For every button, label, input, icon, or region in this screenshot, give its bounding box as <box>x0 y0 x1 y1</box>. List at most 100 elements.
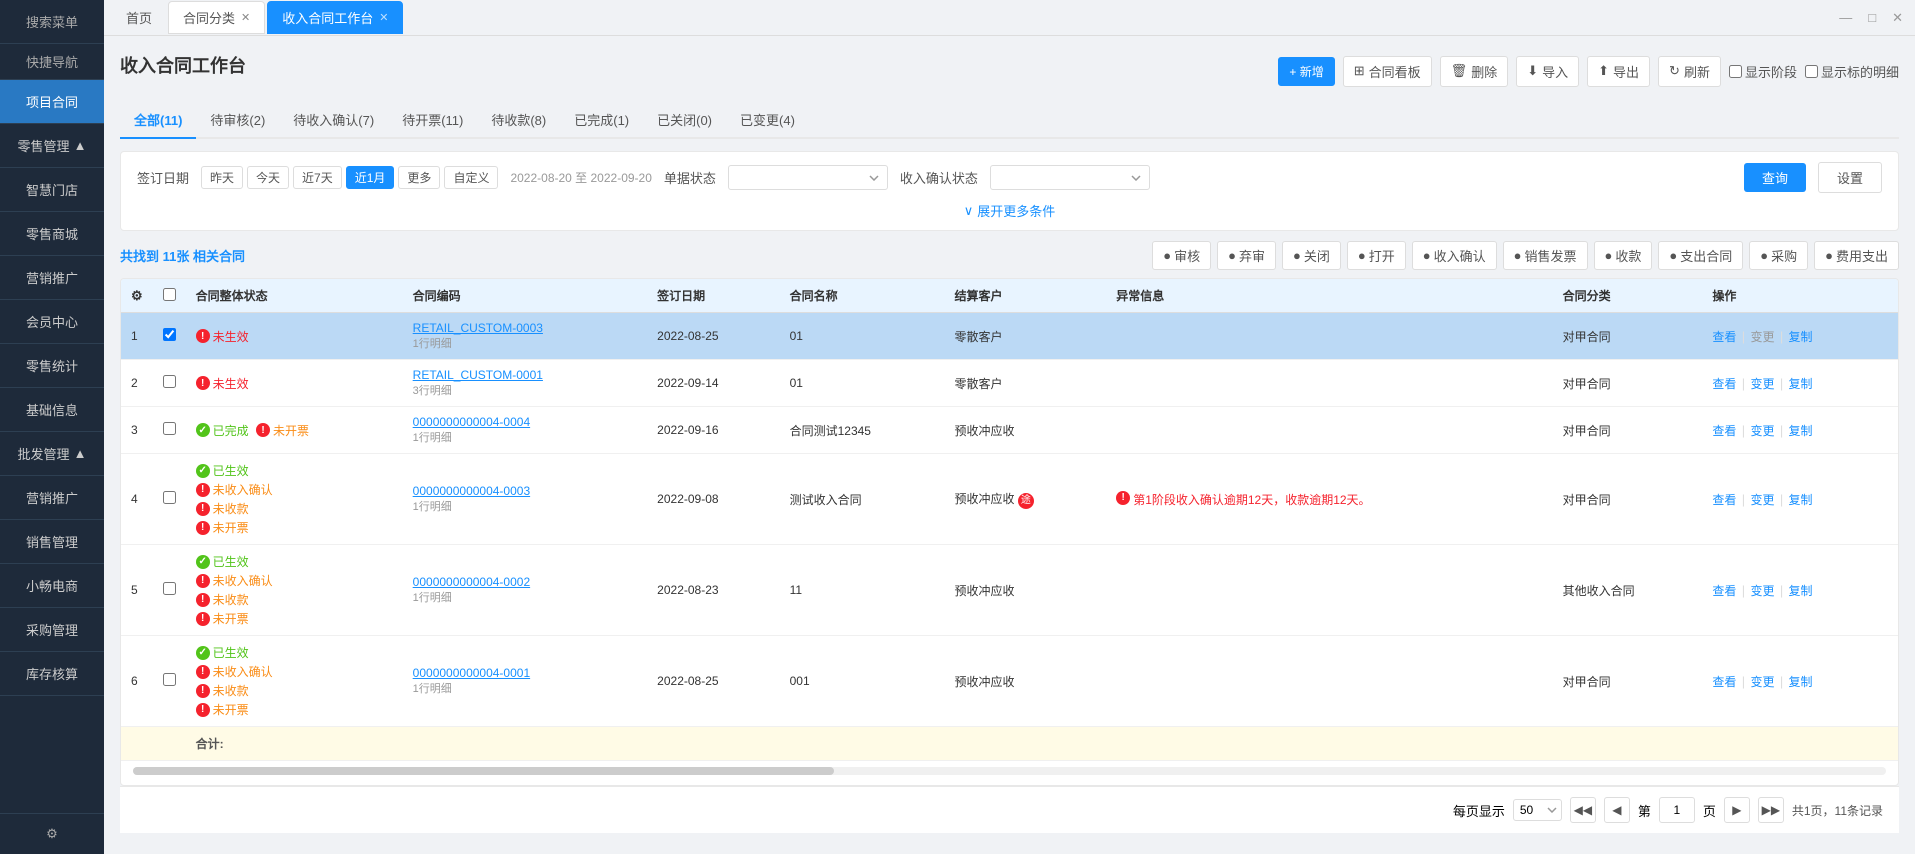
status-tab-pending-review[interactable]: 待审核(2) <box>196 102 279 139</box>
date-btn-custom[interactable]: 自定义 <box>444 166 498 189</box>
view-btn-3[interactable]: 查看 <box>1712 424 1736 438</box>
copy-btn-5[interactable]: 复制 <box>1789 584 1813 598</box>
kanban-btn[interactable]: ⊞ 合同看板 <box>1343 56 1432 87</box>
tab-close-contract-category[interactable]: ✕ <box>241 11 250 24</box>
copy-btn-3[interactable]: 复制 <box>1789 424 1813 438</box>
date-btn-7days[interactable]: 近7天 <box>293 166 342 189</box>
status-tab-pending-invoice[interactable]: 待开票(11) <box>388 102 477 139</box>
minimize-btn[interactable]: — <box>1835 10 1856 25</box>
next-page-btn[interactable]: ▶ <box>1724 797 1750 823</box>
view-btn-6[interactable]: 查看 <box>1712 675 1736 689</box>
contract-link[interactable]: RETAIL_CUSTOM-0003 <box>413 321 543 335</box>
tab-home[interactable]: 首页 <box>112 2 166 33</box>
view-btn-5[interactable]: 查看 <box>1712 584 1736 598</box>
abandon-review-btn[interactable]: ● 弃审 <box>1217 241 1276 270</box>
review-btn[interactable]: ● 审核 <box>1152 241 1211 270</box>
copy-btn-2[interactable]: 复制 <box>1789 377 1813 391</box>
status-tab-all[interactable]: 全部(11) <box>120 102 196 139</box>
sidebar-item-retail-mgmt[interactable]: 零售管理▲ <box>0 124 104 168</box>
contract-link[interactable]: 0000000000004-0002 <box>413 575 530 589</box>
date-btn-more[interactable]: 更多 <box>398 166 440 189</box>
contract-link[interactable]: 0000000000004-0003 <box>413 484 530 498</box>
status-tab-pending-confirm[interactable]: 待收入确认(7) <box>279 102 388 139</box>
import-btn[interactable]: ⬇ 导入 <box>1516 56 1579 87</box>
change-btn-1[interactable]: 变更 <box>1750 330 1774 344</box>
row-checkbox[interactable] <box>163 375 176 388</box>
scrollbar-thumb[interactable] <box>133 767 834 775</box>
contract-link[interactable]: 0000000000004-0004 <box>413 415 530 429</box>
query-btn[interactable]: 查询 <box>1744 163 1806 192</box>
copy-btn-6[interactable]: 复制 <box>1789 675 1813 689</box>
sidebar-quick-nav[interactable]: 快捷导航 <box>0 44 104 80</box>
prev-page-btn[interactable]: ◀ <box>1604 797 1630 823</box>
expense-btn[interactable]: ● 费用支出 <box>1814 241 1899 270</box>
expense-contract-btn[interactable]: ● 支出合同 <box>1658 241 1743 270</box>
doc-status-select[interactable] <box>728 165 888 190</box>
change-btn-3[interactable]: 变更 <box>1750 424 1774 438</box>
change-btn-6[interactable]: 变更 <box>1750 675 1774 689</box>
sales-invoice-btn[interactable]: ● 销售发票 <box>1503 241 1588 270</box>
tab-contract-category[interactable]: 合同分类 ✕ <box>168 1 265 34</box>
sidebar-item-retail-stats[interactable]: 零售统计 <box>0 344 104 388</box>
show-detail-toggle[interactable]: 显示标的明细 <box>1805 62 1899 81</box>
new-btn[interactable]: + 新增 <box>1278 57 1334 86</box>
change-btn-4[interactable]: 变更 <box>1750 493 1774 507</box>
status-tab-closed[interactable]: 已关闭(0) <box>643 102 726 139</box>
status-tab-changed[interactable]: 已变更(4) <box>726 102 809 139</box>
change-btn-5[interactable]: 变更 <box>1750 584 1774 598</box>
export-btn[interactable]: ⬆ 导出 <box>1587 56 1650 87</box>
row-checkbox[interactable] <box>163 491 176 504</box>
view-btn-4[interactable]: 查看 <box>1712 493 1736 507</box>
date-btn-yesterday[interactable]: 昨天 <box>201 166 243 189</box>
page-input[interactable] <box>1659 797 1695 823</box>
date-btn-today[interactable]: 今天 <box>247 166 289 189</box>
show-phase-checkbox[interactable] <box>1729 65 1742 78</box>
show-phase-toggle[interactable]: 显示阶段 <box>1729 62 1797 81</box>
row-checkbox[interactable] <box>163 673 176 686</box>
select-all-checkbox[interactable] <box>163 288 176 301</box>
sidebar-item-ecommerce[interactable]: 小畅电商 <box>0 564 104 608</box>
sidebar-item-marketing2[interactable]: 营销推广 <box>0 476 104 520</box>
sidebar-item-wholesale[interactable]: 批发管理▲ <box>0 432 104 476</box>
sidebar-item-inventory[interactable]: 库存核算 <box>0 652 104 696</box>
row-checkbox[interactable] <box>163 582 176 595</box>
contract-link[interactable]: 0000000000004-0001 <box>413 666 530 680</box>
delete-btn[interactable]: 🗑 删除 <box>1440 56 1509 87</box>
payment-btn[interactable]: ● 收款 <box>1594 241 1653 270</box>
sidebar-item-retail-mall[interactable]: 零售商城 <box>0 212 104 256</box>
expand-filter-btn[interactable]: ∨ 展开更多条件 <box>964 201 1056 220</box>
horizontal-scrollbar[interactable] <box>133 767 1886 775</box>
copy-btn-4[interactable]: 复制 <box>1789 493 1813 507</box>
tab-income-contract[interactable]: 收入合同工作台 ✕ <box>267 1 403 34</box>
status-tab-pending-payment[interactable]: 待收款(8) <box>477 102 560 139</box>
income-confirm-select[interactable] <box>990 165 1150 190</box>
sidebar-item-member[interactable]: 会员中心 <box>0 300 104 344</box>
sidebar-item-marketing1[interactable]: 营销推广 <box>0 256 104 300</box>
sidebar-search[interactable]: 搜索菜单 <box>0 0 104 44</box>
close-contract-btn[interactable]: ● 关闭 <box>1282 241 1341 270</box>
purchase-btn[interactable]: ● 采购 <box>1749 241 1808 270</box>
copy-btn-1[interactable]: 复制 <box>1789 330 1813 344</box>
sidebar-item-purchase[interactable]: 采购管理 <box>0 608 104 652</box>
row-checkbox[interactable] <box>163 422 176 435</box>
change-btn-2[interactable]: 变更 <box>1750 377 1774 391</box>
view-btn-1[interactable]: 查看 <box>1712 330 1736 344</box>
status-tab-completed[interactable]: 已完成(1) <box>560 102 643 139</box>
sidebar-settings[interactable]: ⚙ <box>0 813 104 854</box>
sidebar-item-sales-mgmt[interactable]: 销售管理 <box>0 520 104 564</box>
per-page-select[interactable]: 50 100 <box>1513 799 1562 821</box>
view-btn-2[interactable]: 查看 <box>1712 377 1736 391</box>
close-btn[interactable]: ✕ <box>1888 10 1907 26</box>
setting-btn[interactable]: 设置 <box>1818 162 1882 193</box>
sidebar-item-project-contract[interactable]: 项目合同 <box>0 80 104 124</box>
income-confirm-btn[interactable]: ● 收入确认 <box>1412 241 1497 270</box>
sidebar-item-basic-info[interactable]: 基础信息 <box>0 388 104 432</box>
refresh-btn[interactable]: ↻ 刷新 <box>1658 56 1721 87</box>
date-btn-1month[interactable]: 近1月 <box>346 166 395 189</box>
contract-link[interactable]: RETAIL_CUSTOM-0001 <box>413 368 543 382</box>
settings-col-icon[interactable]: ⚙ <box>131 288 143 303</box>
last-page-btn[interactable]: ▶▶ <box>1758 797 1784 823</box>
open-contract-btn[interactable]: ● 打开 <box>1347 241 1406 270</box>
sidebar-item-smart-store[interactable]: 智慧门店 <box>0 168 104 212</box>
row-checkbox[interactable] <box>163 328 176 341</box>
